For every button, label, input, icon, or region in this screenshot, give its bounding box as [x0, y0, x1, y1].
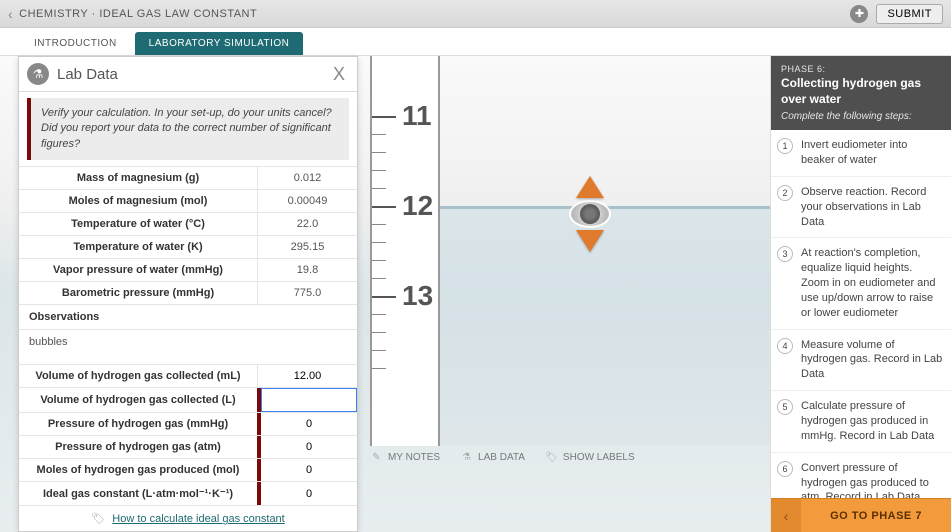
main-area: 11 12 13 ✎ MY NOTES ⚗ LAB DATA 🏷 SHOW LA… — [0, 56, 951, 532]
input-row: Pressure of hydrogen gas (atm) — [19, 436, 357, 459]
phase-header: PHASE 6: Collecting hydrogen gas over wa… — [771, 56, 951, 130]
phase-subtitle: Complete the following steps: — [781, 111, 941, 122]
data-row: Temperature of water (K)295.15 — [19, 236, 357, 259]
my-notes-button[interactable]: ✎ MY NOTES — [370, 451, 440, 464]
input-label: Pressure of hydrogen gas (atm) — [19, 436, 257, 458]
eye-icon[interactable] — [569, 200, 611, 228]
note-icon: ✎ — [370, 451, 383, 464]
arrow-down-icon[interactable] — [576, 230, 604, 252]
data-label: Barometric pressure (mmHg) — [19, 282, 257, 304]
flask-icon: ⚗ — [460, 451, 473, 464]
step-text: Calculate pressure of hydrogen gas produ… — [801, 399, 943, 444]
data-label: Temperature of water (K) — [19, 236, 257, 258]
eudiometer-height-control — [565, 176, 615, 252]
data-value: 19.8 — [257, 259, 357, 281]
ruler-mark: 12 — [402, 190, 433, 222]
submit-button[interactable]: SUBMIT — [876, 4, 943, 24]
tab-introduction[interactable]: INTRODUCTION — [20, 32, 131, 55]
step-number: 6 — [777, 461, 793, 477]
help-link-ideal-gas[interactable]: How to calculate ideal gas constant — [112, 513, 284, 525]
data-input[interactable] — [261, 482, 357, 505]
phase-step[interactable]: 3 At reaction's completion, equalize liqu… — [771, 238, 951, 329]
tag-icon: 🏷 — [91, 513, 105, 525]
observations-heading: Observations — [19, 305, 357, 330]
data-value: 295.15 — [257, 236, 357, 258]
data-input[interactable] — [258, 365, 357, 387]
step-number: 2 — [777, 185, 793, 201]
data-value: 22.0 — [257, 213, 357, 235]
lab-data-panel: ⚗ Lab Data X Verify your calculation. In… — [18, 56, 358, 532]
go-to-next-phase-button[interactable]: GO TO PHASE 7 — [801, 510, 951, 522]
breadcrumb-text: CHEMISTRY · IDEAL GAS LAW CONSTANT — [19, 8, 257, 20]
close-icon[interactable]: X — [329, 64, 349, 85]
phase-step[interactable]: 6 Convert pressure of hydrogen gas produc… — [771, 453, 951, 498]
data-row: Moles of magnesium (mol)0.00049 — [19, 190, 357, 213]
accessibility-icon[interactable]: ✚ — [850, 5, 868, 23]
arrow-up-icon[interactable] — [576, 176, 604, 198]
data-input[interactable] — [261, 436, 357, 458]
data-label: Vapor pressure of water (mmHg) — [19, 259, 257, 281]
validation-warning: Verify your calculation. In your set-up,… — [27, 98, 349, 160]
step-number: 5 — [777, 399, 793, 415]
data-input[interactable] — [261, 413, 357, 435]
data-row: Temperature of water (°C)22.0 — [19, 213, 357, 236]
step-text: Invert eudiometer into beaker of water — [801, 138, 943, 168]
ruler-mark: 13 — [402, 280, 433, 312]
step-number: 3 — [777, 246, 793, 262]
input-label: Volume of hydrogen gas collected (mL) — [19, 365, 257, 387]
input-label: Pressure of hydrogen gas (mmHg) — [19, 413, 257, 435]
tag-icon: 🏷 — [545, 451, 558, 464]
phase-nav: ‹ GO TO PHASE 7 — [771, 498, 951, 532]
input-label: Moles of hydrogen gas produced (mol) — [19, 459, 257, 481]
input-row: Moles of hydrogen gas produced (mol) — [19, 459, 357, 482]
topbar: ‹ CHEMISTRY · IDEAL GAS LAW CONSTANT ✚ S… — [0, 0, 951, 28]
lab-data-title: Lab Data — [57, 66, 329, 83]
phase-back-button[interactable]: ‹ — [771, 499, 801, 532]
flask-icon: ⚗ — [27, 63, 49, 85]
simulation-toolbar: ✎ MY NOTES ⚗ LAB DATA 🏷 SHOW LABELS — [370, 451, 635, 464]
data-value: 0.012 — [257, 167, 357, 189]
input-row: Volume of hydrogen gas collected (mL) — [19, 365, 357, 388]
data-value: 775.0 — [257, 282, 357, 304]
data-value: 0.00049 — [257, 190, 357, 212]
step-text: Measure volume of hydrogen gas. Record i… — [801, 338, 943, 383]
input-label: Volume of hydrogen gas collected (L) — [19, 388, 257, 412]
input-row: Pressure of hydrogen gas (mmHg) — [19, 413, 357, 436]
step-text: Convert pressure of hydrogen gas produce… — [801, 461, 943, 498]
phase-title: Collecting hydrogen gas over water — [781, 76, 941, 107]
eudiometer-ruler: 11 12 13 — [370, 56, 440, 446]
data-label: Mass of magnesium (g) — [19, 167, 257, 189]
breadcrumb[interactable]: ‹ CHEMISTRY · IDEAL GAS LAW CONSTANT — [8, 6, 257, 22]
data-input[interactable] — [261, 388, 357, 412]
phase-panel: PHASE 6: Collecting hydrogen gas over wa… — [770, 56, 951, 532]
phase-step[interactable]: 5 Calculate pressure of hydrogen gas prod… — [771, 391, 951, 453]
input-row: Volume of hydrogen gas collected (L) — [19, 388, 357, 413]
data-row: Vapor pressure of water (mmHg)19.8 — [19, 259, 357, 282]
phase-step[interactable]: 4 Measure volume of hydrogen gas. Record … — [771, 330, 951, 392]
phase-step[interactable]: 2 Observe reaction. Record your observati… — [771, 177, 951, 239]
data-input[interactable] — [261, 459, 357, 481]
data-row: Mass of magnesium (g)0.012 — [19, 167, 357, 190]
input-label: Ideal gas constant (L·atm·mol⁻¹·K⁻¹) — [19, 482, 257, 505]
input-row: Ideal gas constant (L·atm·mol⁻¹·K⁻¹) — [19, 482, 357, 506]
step-text: At reaction's completion, equalize liqui… — [801, 246, 943, 320]
phase-step[interactable]: 1 Invert eudiometer into beaker of water — [771, 130, 951, 177]
tab-laboratory-simulation[interactable]: LABORATORY SIMULATION — [135, 32, 304, 55]
phase-number: PHASE 6: — [781, 64, 941, 74]
data-row: Barometric pressure (mmHg)775.0 — [19, 282, 357, 305]
ruler-mark: 11 — [402, 100, 432, 132]
back-chevron-icon[interactable]: ‹ — [8, 6, 13, 22]
tab-bar: INTRODUCTION LABORATORY SIMULATION — [0, 28, 951, 56]
step-number: 4 — [777, 338, 793, 354]
data-label: Temperature of water (°C) — [19, 213, 257, 235]
observations-text[interactable]: bubbles — [19, 330, 357, 364]
lab-data-button[interactable]: ⚗ LAB DATA — [460, 451, 525, 464]
step-number: 1 — [777, 138, 793, 154]
show-labels-button[interactable]: 🏷 SHOW LABELS — [545, 451, 635, 464]
step-text: Observe reaction. Record your observatio… — [801, 185, 943, 230]
data-label: Moles of magnesium (mol) — [19, 190, 257, 212]
